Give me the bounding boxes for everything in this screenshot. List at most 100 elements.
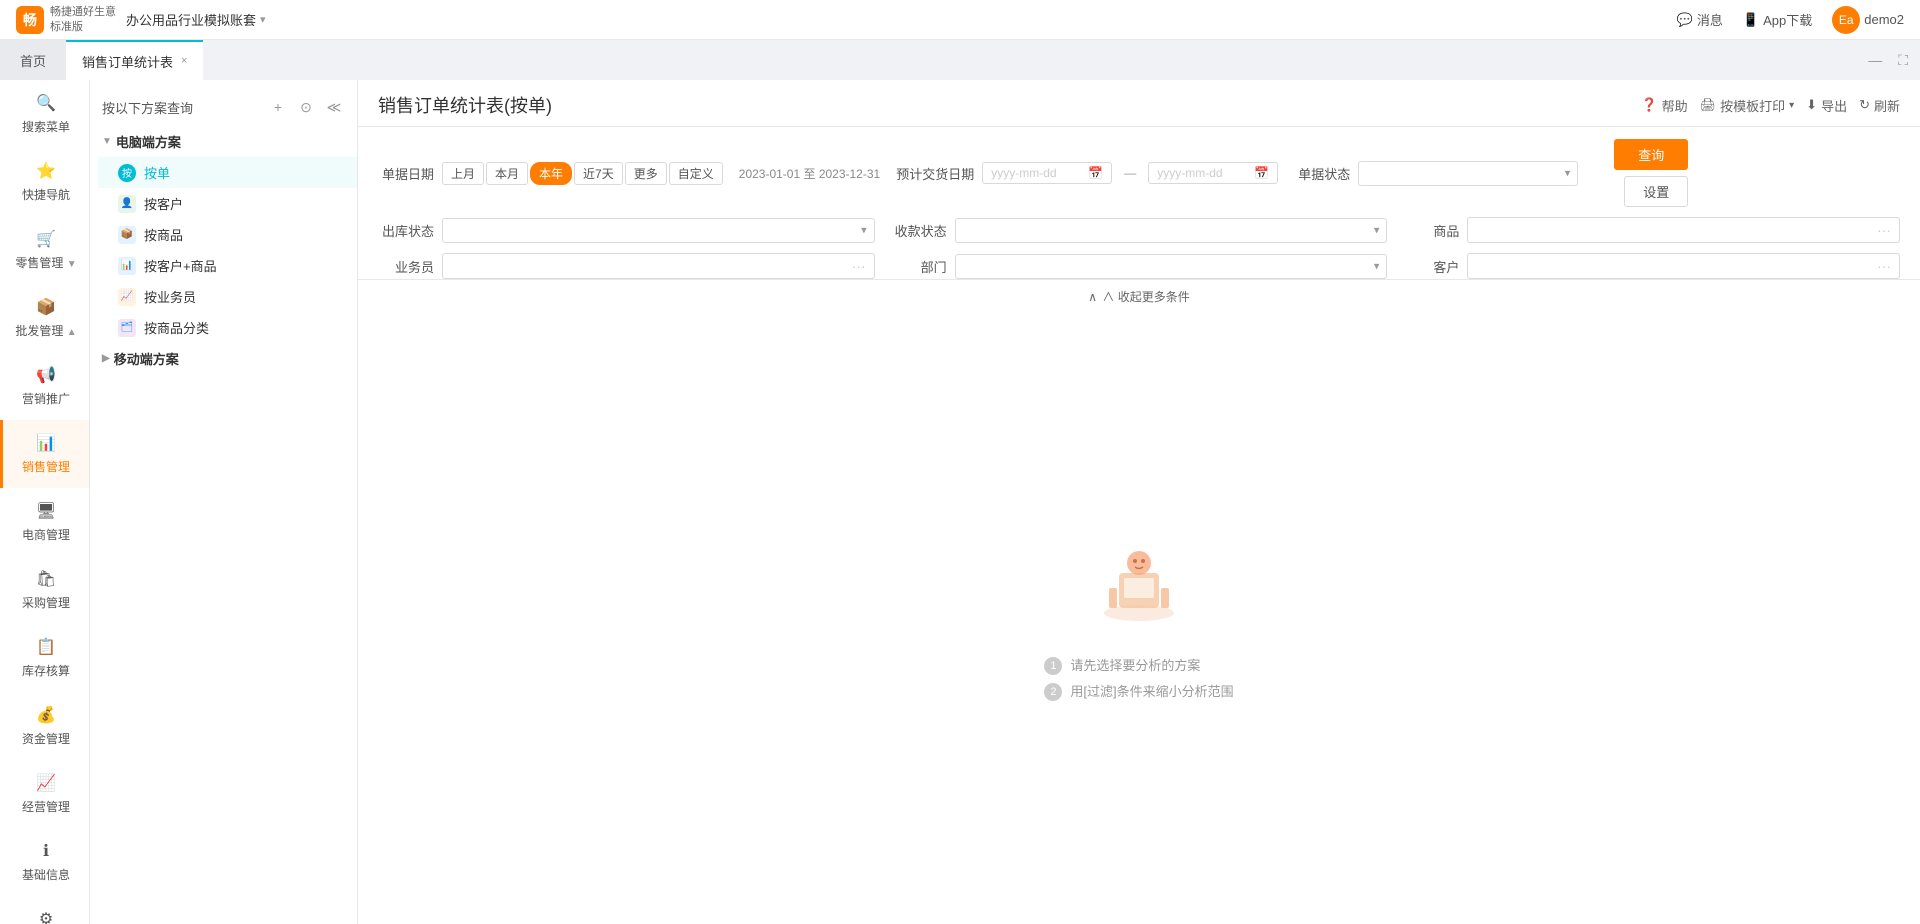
expected-delivery-start[interactable]: yyyy-mm-dd 📅 — [982, 162, 1112, 184]
goods-field: 商品 ··· — [1403, 217, 1900, 243]
tab-home[interactable]: 首页 — [0, 40, 66, 80]
settings-scheme-button[interactable]: ⊙ — [295, 96, 317, 118]
user-menu-button[interactable]: Ea demo2 — [1832, 6, 1904, 34]
sidebar-item-inventory[interactable]: 📋 库存核算 — [0, 624, 89, 692]
date-btn-more[interactable]: 更多 — [625, 162, 667, 185]
payment-status-select-wrapper — [955, 218, 1388, 243]
wholesale-icon: 📦 — [3, 296, 89, 320]
payment-status-field: 收款状态 — [891, 218, 1388, 243]
sidebar-item-sales[interactable]: 📊 销售管理 — [0, 420, 89, 488]
filter-row-3: 业务员 ··· 部门 — [378, 253, 1900, 279]
goods-dots-icon: ··· — [1877, 222, 1891, 238]
collapse-bar[interactable]: ∧ ∧ 收起更多条件 — [358, 279, 1920, 313]
date-btn-this-month[interactable]: 本月 — [486, 162, 528, 185]
basic-icon: ℹ — [3, 840, 89, 864]
sidebar-item-marketing[interactable]: 📢 营销推广 — [0, 352, 89, 420]
doc-status-label: 单据状态 — [1294, 164, 1350, 183]
date-filter-field: 单据日期 上月 本月 本年 近7天 更多 自定义 2023-01-01 至 20… — [378, 162, 880, 185]
sidebar-item-search[interactable]: 🔍 搜索菜单 — [0, 80, 89, 148]
sidebar-item-operation[interactable]: 📈 经营管理 — [0, 760, 89, 828]
sidebar: 🔍 搜索菜单 ⭐ 快捷导航 🛒 零售管理 ▼ 📦 批发管理 ▲ 📢 营销推广 📊… — [0, 80, 90, 924]
expand-icon[interactable]: ⛶ — [1894, 48, 1912, 73]
sidebar-item-retail[interactable]: 🛒 零售管理 ▼ — [0, 216, 89, 284]
sidebar-item-system[interactable]: ⚙ 系统管理 — [0, 896, 89, 924]
customer-label: 客户 — [1403, 257, 1459, 276]
sidebar-item-basic[interactable]: ℹ 基础信息 — [0, 828, 89, 896]
tree-section-mobile[interactable]: ▶ 移动端方案 — [90, 343, 357, 374]
tab-close-icon[interactable]: × — [181, 55, 187, 67]
sidebar-item-quick[interactable]: ⭐ 快捷导航 — [0, 148, 89, 216]
system-icon: ⚙ — [3, 908, 89, 924]
topbar-left: 畅 畅捷通好生意 标准版 办公用品行业模拟账套 ▾ — [16, 5, 266, 34]
refresh-icon: ↻ — [1859, 97, 1870, 113]
by-category-icon: 🗂 — [118, 319, 136, 337]
department-select-wrapper — [955, 254, 1388, 279]
refresh-button[interactable]: ↻ 刷新 — [1859, 96, 1900, 115]
app-download-icon: 📱 — [1743, 12, 1759, 28]
tree-item-by-product[interactable]: 📦 按商品 — [98, 219, 357, 250]
date-quick-btns: 上月 本月 本年 近7天 更多 自定义 — [442, 162, 723, 185]
date-btn-last-month[interactable]: 上月 — [442, 162, 484, 185]
customer-field: 客户 ··· — [1403, 253, 1900, 279]
logo-text: 畅捷通好生意 标准版 — [50, 5, 116, 34]
topbar-right: 💬 消息 📱 App下载 Ea demo2 — [1677, 6, 1904, 34]
message-button[interactable]: 💬 消息 — [1677, 10, 1723, 29]
ship-status-select[interactable] — [442, 218, 875, 243]
export-button[interactable]: ⬇ 导出 — [1806, 96, 1847, 115]
goods-input[interactable]: ··· — [1467, 217, 1900, 243]
customer-input[interactable]: ··· — [1467, 253, 1900, 279]
sales-icon: 📊 — [3, 432, 89, 456]
expected-delivery-field: 预计交货日期 yyyy-mm-dd 📅 — yyyy-mm-dd 📅 — [896, 162, 1278, 184]
tree-item-by-salesman[interactable]: 📈 按业务员 — [98, 281, 357, 312]
tree-item-by-customer[interactable]: 👤 按客户 — [98, 188, 357, 219]
app-download-button[interactable]: 📱 App下载 — [1743, 10, 1812, 29]
tree-section-pc[interactable]: ▼ 电脑端方案 — [90, 126, 357, 157]
payment-status-select[interactable] — [955, 218, 1388, 243]
add-scheme-button[interactable]: + — [267, 96, 289, 118]
topbar-title: 办公用品行业模拟账套 ▾ — [126, 10, 266, 29]
date-btn-7days[interactable]: 近7天 — [574, 162, 623, 185]
message-icon: 💬 — [1677, 12, 1693, 28]
payment-status-label: 收款状态 — [891, 221, 947, 240]
topbar: 畅 畅捷通好生意 标准版 办公用品行业模拟账套 ▾ 💬 消息 📱 App下载 E… — [0, 0, 1920, 40]
ship-status-field: 出库状态 — [378, 218, 875, 243]
tree-item-by-order[interactable]: 按 按单 — [98, 157, 357, 188]
department-select[interactable] — [955, 254, 1388, 279]
collapse-icon: ∧ — [1088, 290, 1097, 304]
date-btn-this-year[interactable]: 本年 — [530, 162, 572, 185]
expected-delivery-end[interactable]: yyyy-mm-dd 📅 — [1148, 162, 1278, 184]
sidebar-item-finance[interactable]: 💰 资金管理 — [0, 692, 89, 760]
tree-item-by-cust-prod[interactable]: 📊 按客户+商品 — [98, 250, 357, 281]
date-label: 单据日期 — [378, 164, 434, 183]
collapse-panel-button[interactable]: ≪ — [323, 96, 345, 118]
salesman-dots-icon: ··· — [852, 258, 866, 274]
query-button[interactable]: 查询 — [1614, 139, 1688, 170]
doc-status-select[interactable] — [1358, 161, 1578, 186]
sidebar-item-wholesale[interactable]: 📦 批发管理 ▲ — [0, 284, 89, 352]
help-button[interactable]: ❓ 帮助 — [1641, 96, 1687, 115]
tree-item-by-category[interactable]: 🗂 按商品分类 — [98, 312, 357, 343]
filter-row-2: 出库状态 收款状态 — [378, 217, 1900, 243]
tab-sales-order-stats[interactable]: 销售订单统计表 × — [66, 40, 203, 80]
salesman-field: 业务员 ··· — [378, 253, 875, 279]
purchase-icon: 🛍 — [3, 568, 89, 592]
template-print-button[interactable]: 🖨 按模板打印 ▾ — [1700, 96, 1795, 115]
by-product-icon: 📦 — [118, 226, 136, 244]
search-icon: 🔍 — [3, 92, 89, 116]
empty-tip-1: 1 请先选择要分析的方案 — [1044, 653, 1233, 679]
right-panel: 销售订单统计表(按单) ❓ 帮助 🖨 按模板打印 ▾ ⬇ 导出 — [358, 80, 1920, 924]
left-panel: 按以下方案查询 + ⊙ ≪ ▼ 电脑端方案 按 按单 👤 按客户 — [90, 80, 358, 924]
date-btn-custom[interactable]: 自定义 — [669, 162, 723, 185]
left-panel-actions: + ⊙ ≪ — [267, 96, 345, 118]
dropdown-arrow-icon[interactable]: ▾ — [260, 13, 266, 26]
salesman-input[interactable]: ··· — [442, 253, 875, 279]
calendar-end-icon: 📅 — [1254, 166, 1269, 180]
sidebar-item-ecommerce[interactable]: 🖥 电商管理 — [0, 488, 89, 556]
sidebar-item-purchase[interactable]: 🛍 采购管理 — [0, 556, 89, 624]
main-layout: 🔍 搜索菜单 ⭐ 快捷导航 🛒 零售管理 ▼ 📦 批发管理 ▲ 📢 营销推广 📊… — [0, 80, 1920, 924]
finance-icon: 💰 — [3, 704, 89, 728]
doc-status-select-wrapper — [1358, 161, 1578, 186]
goods-label: 商品 — [1403, 221, 1459, 240]
settings-button[interactable]: 设置 — [1624, 176, 1688, 207]
minimize-icon[interactable]: — — [1864, 48, 1886, 72]
